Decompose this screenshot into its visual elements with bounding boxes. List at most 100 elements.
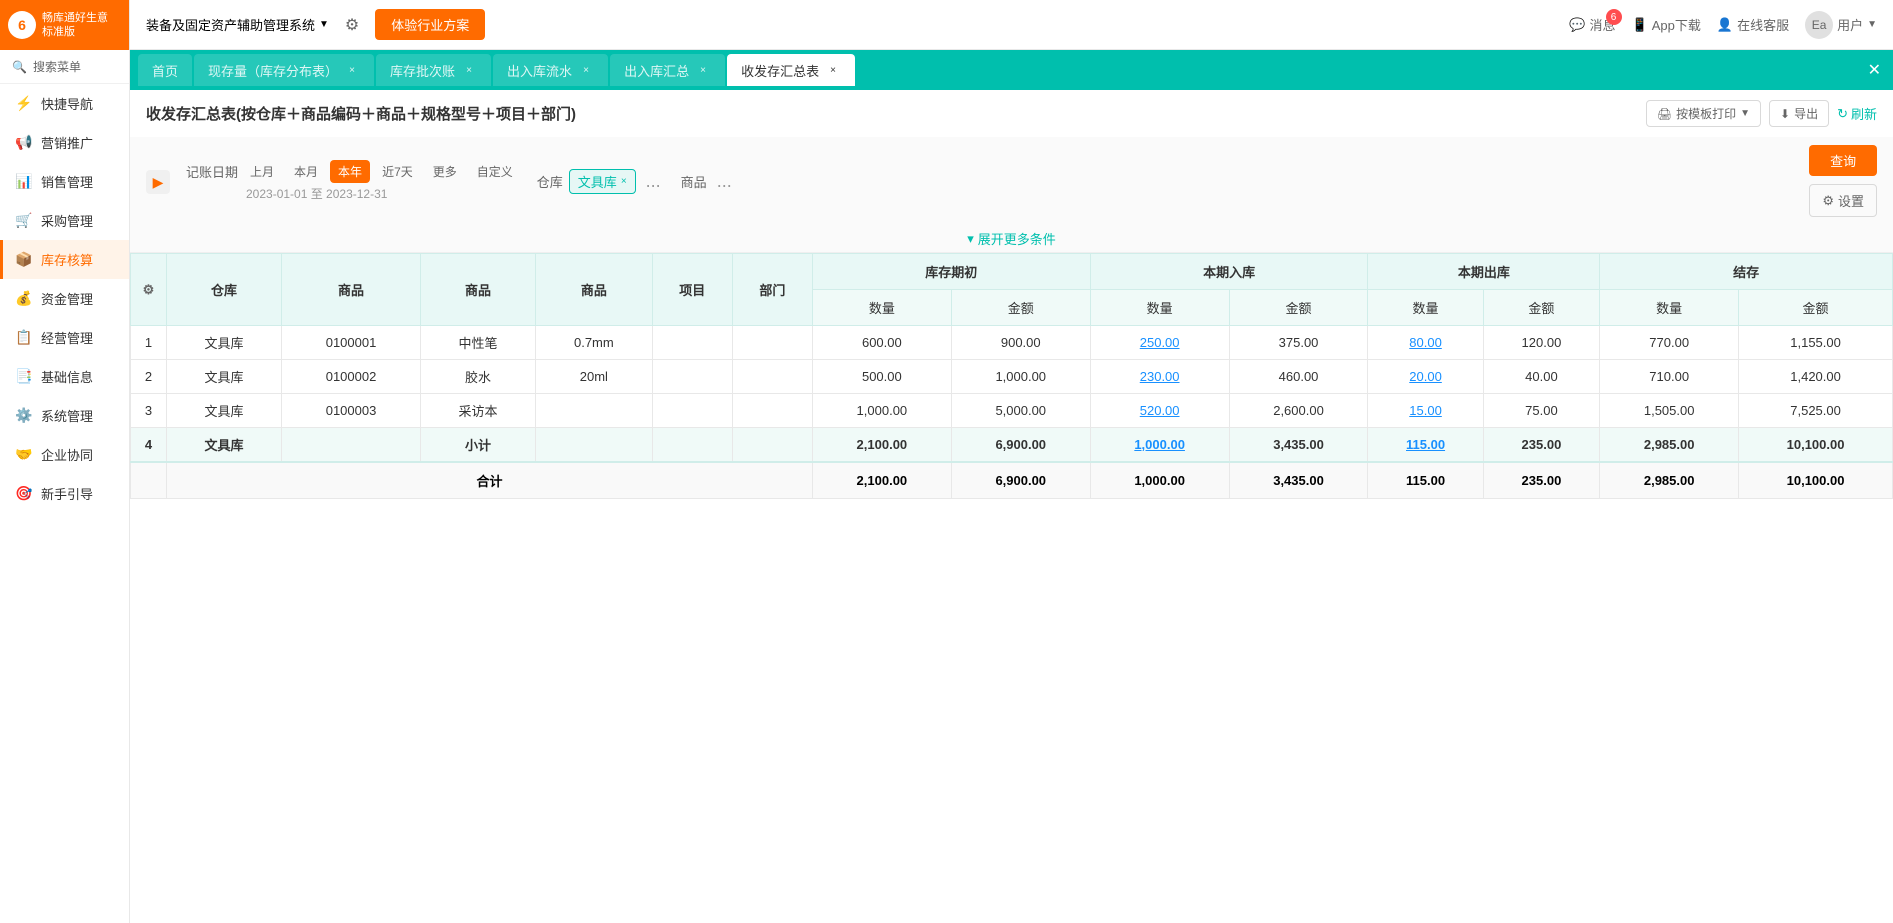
row4-in-qty[interactable]: 1,000.00 [1090,428,1229,463]
tab-recv-send-summary-close[interactable]: × [825,62,841,78]
row4-out-qty[interactable]: 115.00 [1368,428,1483,463]
table-gear-icon[interactable]: ⚙ [143,282,155,297]
sidebar-item-system[interactable]: ⚙️ 系统管理 [0,396,129,435]
date-opt-last-month[interactable]: 上月 [242,160,282,183]
tab-batch-ledger-close[interactable]: × [461,62,477,78]
row1-out-qty-link[interactable]: 80.00 [1409,335,1442,350]
tab-home[interactable]: 首页 [138,54,192,86]
tab-batch-ledger[interactable]: 库存批次账 × [376,54,491,86]
print-button[interactable]: 🖨 按模板打印 ▼ [1646,100,1761,127]
expand-more-button[interactable]: ▾ 展开更多条件 [967,229,1056,248]
row4-department [732,428,812,463]
row4-opening-qty: 2,100.00 [812,428,951,463]
row3-department [732,394,812,428]
tab-inout-summary-label: 出入库汇总 [624,61,689,80]
tab-recv-send-summary[interactable]: 收发存汇总表 × [727,54,855,86]
date-range-display: 2023-01-01 至 2023-12-31 [186,185,521,202]
col-settings: ⚙ [131,254,167,326]
date-opt-this-year[interactable]: 本年 [330,160,370,183]
row3-goods-spec [536,394,653,428]
goods-more-button[interactable]: ... [713,167,736,195]
tab-inout-summary[interactable]: 出入库汇总 × [610,54,725,86]
tab-bar-close-button[interactable]: ✕ [1864,56,1885,84]
tab-inout-summary-close[interactable]: × [695,62,711,78]
logo-icon: 6 [8,11,36,39]
filter-toggle-button[interactable]: ▶ [146,170,170,194]
row4-closing-qty: 2,985.00 [1600,428,1739,463]
tab-inventory-dist-close[interactable]: × [344,62,360,78]
date-opt-custom[interactable]: 自定义 [469,160,521,183]
config-button[interactable]: ⚙ [341,11,363,39]
sidebar-item-operations[interactable]: 📋 经营管理 [0,318,129,357]
date-opt-more[interactable]: 更多 [425,160,465,183]
sidebar-item-finance[interactable]: 💰 资金管理 [0,279,129,318]
top-header: 装备及固定资产辅助管理系统 ▼ ⚙ 体验行业方案 💬 消息 6 📱 App下载 … [130,0,1893,50]
row3-out-qty[interactable]: 15.00 [1368,394,1483,428]
app-download-label: App下载 [1652,15,1701,34]
expand-more-label: 展开更多条件 [978,229,1056,248]
date-opt-7days[interactable]: 近7天 [374,160,421,183]
system-title-dropdown[interactable]: 装备及固定资产辅助管理系统 ▼ [146,15,329,34]
row4-out-qty-link[interactable]: 115.00 [1406,437,1445,452]
message-button[interactable]: 💬 消息 6 [1569,15,1615,34]
warehouse-more-button[interactable]: ... [642,167,665,195]
tab-inout-flow-close[interactable]: × [578,62,594,78]
trial-button[interactable]: 体验行业方案 [375,9,485,40]
refresh-button[interactable]: ↻ 刷新 [1837,100,1877,127]
sidebar-item-newbie[interactable]: 🎯 新手引导 [0,474,129,513]
row3-in-qty-link[interactable]: 520.00 [1140,403,1180,418]
sidebar-item-collab-label: 企业协同 [41,445,93,464]
print-dropdown-icon: ▼ [1740,108,1750,119]
query-button[interactable]: 查询 [1809,145,1877,176]
export-button[interactable]: ⬇ 导出 [1769,100,1829,127]
row2-out-qty[interactable]: 20.00 [1368,360,1483,394]
table-header-main: ⚙ 仓库 商品 商品 商品 项目 部门 库存期初 本期入库 本期出库 结存 [131,254,1893,290]
page-title: 收发存汇总表(按仓库＋商品编码＋商品＋规格型号＋项目＋部门) [146,103,576,124]
sidebar-item-purchase-label: 采购管理 [41,211,93,230]
system-icon: ⚙️ [15,407,33,425]
row1-closing-qty: 770.00 [1600,326,1739,360]
row4-opening-amount: 6,900.00 [951,428,1090,463]
row2-in-qty[interactable]: 230.00 [1090,360,1229,394]
sidebar-item-purchase[interactable]: 🛒 采购管理 [0,201,129,240]
row2-out-qty-link[interactable]: 20.00 [1409,369,1442,384]
row4-warehouse: 文具库 [167,428,282,463]
date-label: 记账日期 [186,162,238,181]
app-download-button[interactable]: 📱 App下载 [1632,15,1701,34]
refresh-label: 刷新 [1851,104,1877,123]
sidebar-item-inventory-label: 库存核算 [41,250,93,269]
sidebar-nav: ⚡ 快捷导航 📢 营销推广 📊 销售管理 🛒 采购管理 📦 库存核算 💰 资金管… [0,84,129,923]
row3-num: 3 [131,394,167,428]
sidebar-item-marketing[interactable]: 📢 营销推广 [0,123,129,162]
warehouse-tag-close-button[interactable]: × [621,176,627,187]
user-label: 用户 [1837,15,1863,34]
row1-in-qty[interactable]: 250.00 [1090,326,1229,360]
tab-inout-flow[interactable]: 出入库流水 × [493,54,608,86]
sidebar-item-base-info-label: 基础信息 [41,367,93,386]
col-closing-group: 结存 [1600,254,1893,290]
column-settings-button[interactable]: ⚙ 设置 [1809,184,1877,217]
date-opt-this-month[interactable]: 本月 [286,160,326,183]
row4-goods-spec [536,428,653,463]
sidebar-item-base-info[interactable]: 📑 基础信息 [0,357,129,396]
row3-closing-amount: 7,525.00 [1739,394,1893,428]
sidebar-item-quick-nav[interactable]: ⚡ 快捷导航 [0,84,129,123]
row3-in-qty[interactable]: 520.00 [1090,394,1229,428]
sidebar-item-sales[interactable]: 📊 销售管理 [0,162,129,201]
operations-icon: 📋 [15,329,33,347]
sidebar-item-operations-label: 经营管理 [41,328,93,347]
sidebar-item-inventory[interactable]: 📦 库存核算 [0,240,129,279]
row4-in-qty-link[interactable]: 1,000.00 [1134,437,1185,452]
tab-batch-ledger-label: 库存批次账 [390,61,455,80]
row1-in-qty-link[interactable]: 250.00 [1140,335,1180,350]
search-menu-item[interactable]: 🔍 搜索菜单 [0,50,129,84]
row2-in-qty-link[interactable]: 230.00 [1140,369,1180,384]
row3-out-qty-link[interactable]: 15.00 [1409,403,1442,418]
tab-inventory-dist[interactable]: 现存量（库存分布表） × [194,54,374,86]
user-menu-button[interactable]: Ea 用户 ▼ [1805,11,1877,39]
row1-out-qty[interactable]: 80.00 [1368,326,1483,360]
online-support-button[interactable]: 👤 在线客服 [1717,15,1789,34]
row4-project [652,428,732,463]
sidebar-item-collab[interactable]: 🤝 企业协同 [0,435,129,474]
row4-in-amount: 3,435.00 [1229,428,1368,463]
